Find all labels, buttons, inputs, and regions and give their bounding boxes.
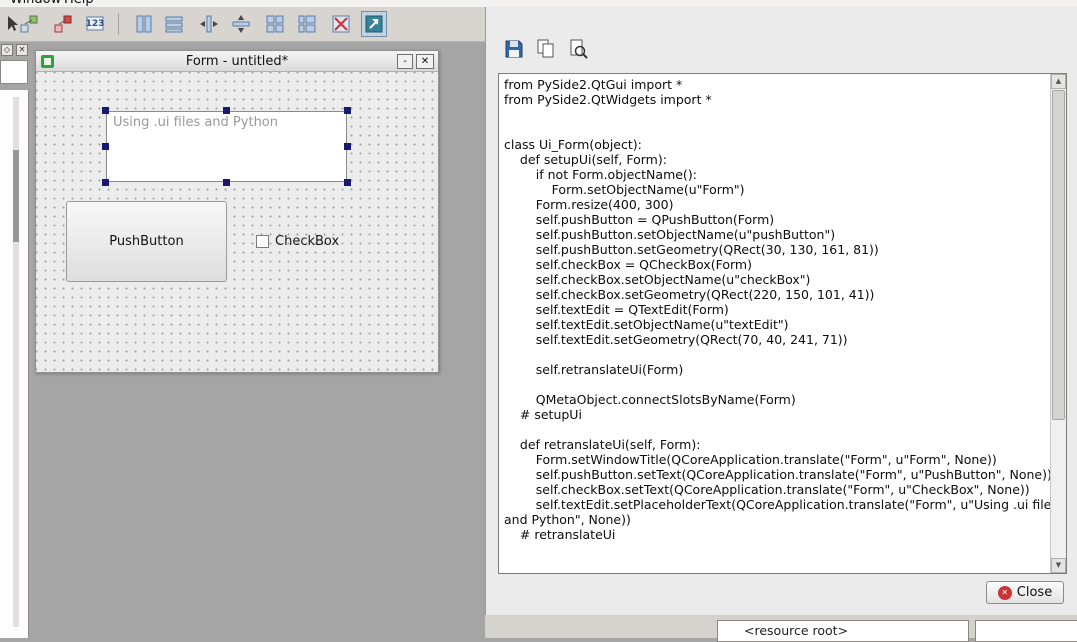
code-line: self.textEdit.setObjectName(u"textEdit") (504, 317, 1048, 332)
code-view[interactable]: from PySide2.QtGui import *from PySide2.… (498, 73, 1067, 574)
menu-help[interactable]: Help (64, 0, 94, 7)
close-red-icon: ✕ (998, 586, 1012, 600)
code-line: self.checkBox = QCheckBox(Form) (504, 257, 1048, 272)
checkbox-label: CheckBox (275, 234, 339, 249)
close-dialog-button[interactable]: ✕ Close (986, 581, 1064, 604)
scrollbar-thumb[interactable] (1052, 90, 1065, 420)
edit-tab-order-icon[interactable]: 123 (82, 11, 108, 37)
layout-vertical-icon[interactable] (131, 11, 157, 37)
selection-handle[interactable] (344, 107, 351, 114)
save-icon[interactable] (501, 36, 527, 62)
code-line: from PySide2.QtGui import * (504, 77, 1048, 92)
code-line: if not Form.objectName(): (504, 167, 1048, 182)
widget-filter-input[interactable] (0, 60, 28, 84)
menu-bar: Window Help (0, 0, 1077, 7)
code-line: def setupUi(self, Form): (504, 152, 1048, 167)
textedit-placeholder: Using .ui files and Python (113, 115, 278, 130)
code-line (504, 347, 1048, 362)
code-line: self.textEdit.setPlaceholderText(QCoreAp… (504, 497, 1048, 512)
form-icon (41, 55, 54, 68)
find-icon[interactable] (565, 36, 591, 62)
code-preview-dialog: from PySide2.QtGui import *from PySide2.… (485, 7, 1077, 615)
dock-close-icon[interactable]: ✕ (16, 44, 28, 56)
layout-horizontal-icon[interactable] (161, 11, 187, 37)
edit-buddies-icon[interactable] (50, 11, 76, 37)
layout-form-icon[interactable] (294, 11, 320, 37)
selection-handle[interactable] (223, 107, 230, 114)
code-line: self.pushButton.setText(QCoreApplication… (504, 467, 1048, 482)
resource-preview-box[interactable] (975, 620, 1077, 642)
code-line: self.pushButton.setGeometry(QRect(30, 13… (504, 242, 1048, 257)
code-line: self.checkBox.setGeometry(QRect(220, 150… (504, 287, 1048, 302)
textedit-widget[interactable]: Using .ui files and Python (106, 111, 347, 182)
code-line: Form.resize(400, 300) (504, 197, 1048, 212)
break-layout-icon[interactable] (328, 11, 354, 37)
resource-root-item[interactable]: <resource root> (717, 620, 969, 642)
code-line: def retranslateUi(self, Form): (504, 437, 1048, 452)
code-line: self.textEdit = QTextEdit(Form) (504, 302, 1048, 317)
adjust-size-icon[interactable] (361, 11, 387, 37)
tab-order-label: 123 (86, 19, 105, 29)
code-line: self.pushButton.setObjectName(u"pushButt… (504, 227, 1048, 242)
close-button[interactable]: ✕ (416, 54, 434, 69)
splitter-horizontal-icon[interactable] (196, 11, 222, 37)
main-toolbar: 123 (0, 7, 485, 42)
minimize-button[interactable]: - (397, 54, 413, 69)
splitter-vertical-icon[interactable] (228, 11, 254, 37)
code-line: self.checkBox.setText(QCoreApplication.t… (504, 482, 1048, 497)
code-line (504, 107, 1048, 122)
selection-handle[interactable] (102, 179, 109, 186)
code-line: Form.setWindowTitle(QCoreApplication.tra… (504, 452, 1048, 467)
code-scrollbar[interactable]: ▲ ▼ (1050, 74, 1066, 573)
code-line (504, 422, 1048, 437)
copy-icon[interactable] (533, 36, 559, 62)
code-line: self.textEdit.setGeometry(QRect(70, 40, … (504, 332, 1048, 347)
menu-window[interactable]: Window (10, 0, 61, 7)
code-line (504, 122, 1048, 137)
code-line: self.pushButton = QPushButton(Form) (504, 212, 1048, 227)
selection-handle[interactable] (102, 143, 109, 150)
form-window-title: Form - untitled* (36, 54, 438, 69)
scroll-up-icon[interactable]: ▲ (1051, 74, 1066, 89)
code-line: # retranslateUi (504, 527, 1048, 542)
code-line: Form.setObjectName(u"Form") (504, 182, 1048, 197)
layout-grid-icon[interactable] (262, 11, 288, 37)
scroll-down-icon[interactable]: ▼ (1051, 558, 1066, 573)
toolbar-separator (118, 13, 119, 35)
checkbox-indicator[interactable] (256, 235, 269, 248)
selection-handle[interactable] (223, 179, 230, 186)
resource-browser: <resource root> (485, 615, 1077, 638)
selection-handle[interactable] (344, 179, 351, 186)
code-line: self.retranslateUi(Form) (504, 362, 1048, 377)
code-text: from PySide2.QtGui import *from PySide2.… (499, 74, 1050, 545)
code-line: and Python", None)) (504, 512, 1048, 527)
code-line: from PySide2.QtWidgets import * (504, 92, 1048, 107)
selection-handle[interactable] (102, 107, 109, 114)
code-line (504, 377, 1048, 392)
code-line: # setupUi (504, 407, 1048, 422)
pushbutton-widget[interactable]: PushButton (66, 201, 227, 282)
selection-handle[interactable] (344, 143, 351, 150)
dock-float-icon[interactable]: ◇ (1, 44, 13, 56)
code-line: class Ui_Form(object): (504, 137, 1048, 152)
edit-signals-slots-icon[interactable] (16, 11, 42, 37)
widget-box-scrollbar-thumb[interactable] (13, 150, 19, 242)
code-line: QMetaObject.connectSlotsByName(Form) (504, 392, 1048, 407)
form-window-titlebar[interactable]: Form - untitled* - ✕ (36, 51, 438, 72)
widget-box-dock: ◇ ✕ (0, 42, 31, 638)
close-button-label: Close (1017, 585, 1052, 600)
code-line: self.checkBox.setObjectName(u"checkBox") (504, 272, 1048, 287)
checkbox-widget[interactable]: CheckBox (256, 221, 357, 262)
